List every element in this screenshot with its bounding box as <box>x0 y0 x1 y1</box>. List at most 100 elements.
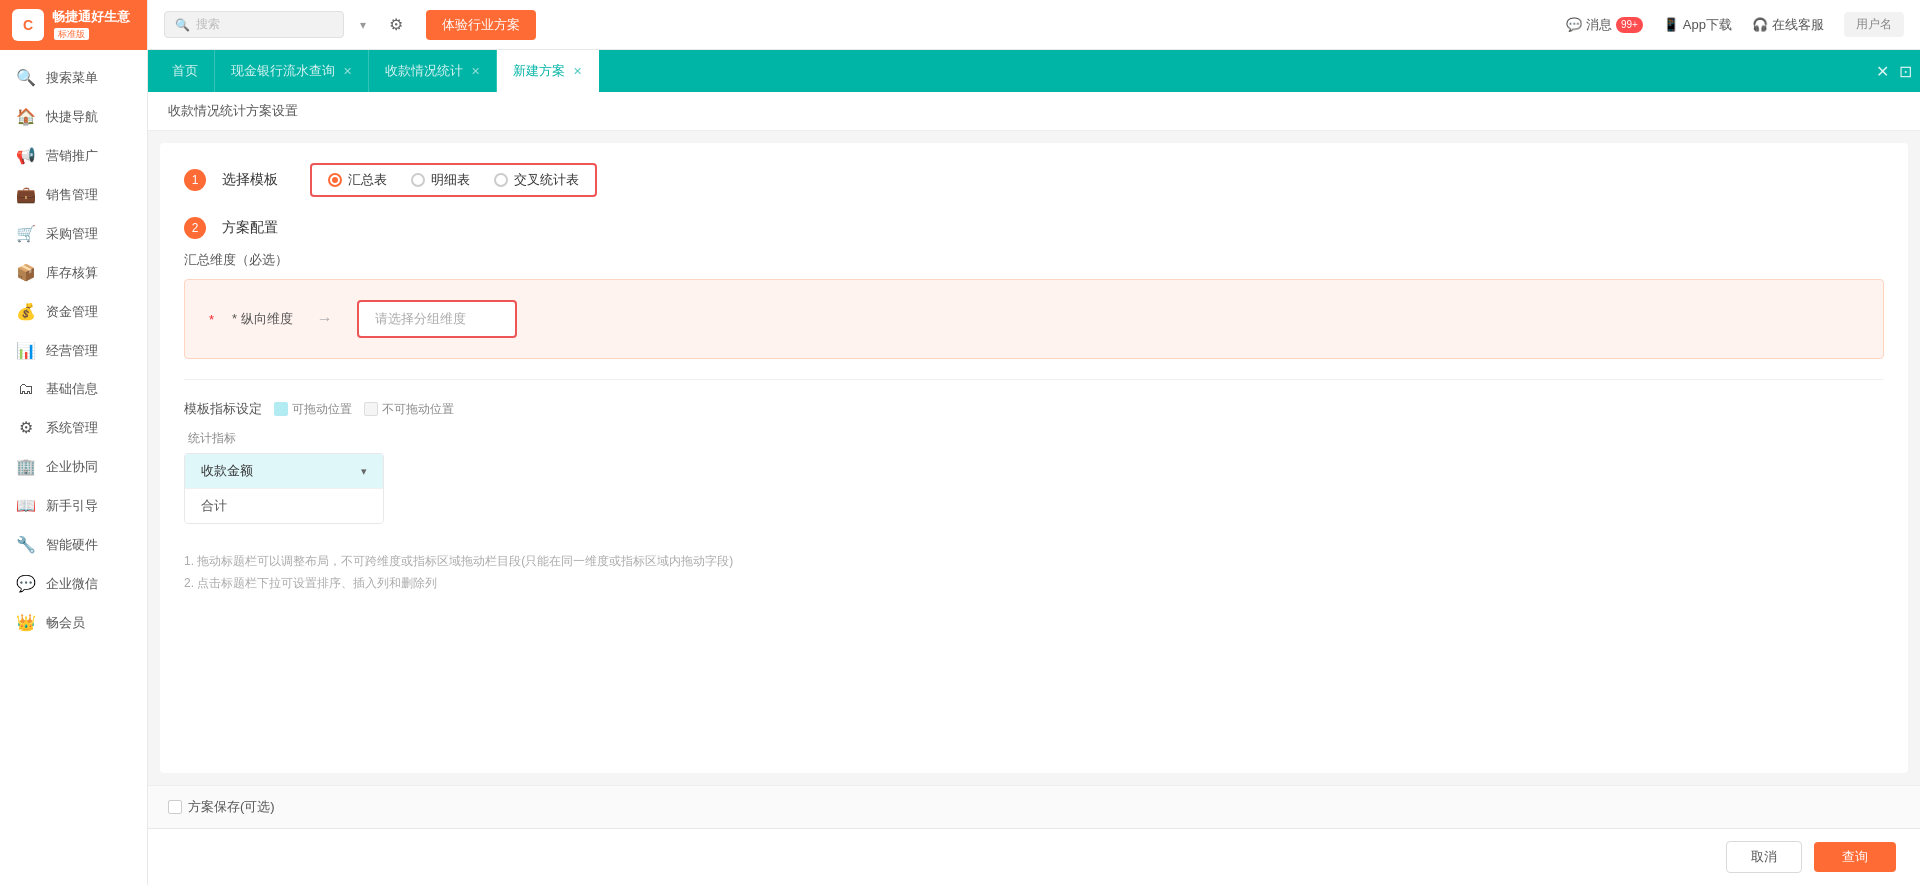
sidebar-item-label: 资金管理 <box>46 303 98 321</box>
query-button[interactable]: 查询 <box>1814 842 1896 872</box>
radio-summary[interactable]: 汇总表 <box>328 171 387 189</box>
metrics-table-row-total: 合计 <box>185 488 383 523</box>
tips-section: 1. 拖动标题栏可以调整布局，不可跨维度或指标区域拖动栏目段(只能在同一维度或指… <box>184 551 1884 594</box>
tab-bank-flow[interactable]: 现金银行流水查询 ✕ <box>215 50 369 92</box>
sidebar-logo: C 畅捷通好生意 标准版 <box>0 0 147 50</box>
tab-new-plan[interactable]: 新建方案 ✕ <box>497 50 599 92</box>
sidebar-item-finance[interactable]: 💰 资金管理 <box>0 292 147 331</box>
radio-label-detail: 明细表 <box>431 171 470 189</box>
gear-icon: ⚙ <box>16 418 36 437</box>
online-service-button[interactable]: 🎧 在线客服 <box>1752 16 1824 34</box>
metrics-header: 模板指标设定 可拖动位置 不可拖动位置 <box>184 400 1884 418</box>
close-window-icon[interactable]: ✕ <box>1876 62 1889 81</box>
sidebar-item-label: 智能硬件 <box>46 536 98 554</box>
sidebar-item-marketing[interactable]: 📢 营销推广 <box>0 136 147 175</box>
download-label: App下载 <box>1683 16 1732 34</box>
metrics-legend-non-draggable: 不可拖动位置 <box>364 401 454 418</box>
notification-label: 消息 <box>1586 16 1612 34</box>
required-mark: * <box>209 312 214 327</box>
settings-button[interactable]: ⚙ <box>382 11 410 39</box>
save-checkbox-row[interactable]: 方案保存(可选) <box>168 798 275 816</box>
folder-icon: 🗂 <box>16 380 36 398</box>
tab-home[interactable]: 首页 <box>156 50 215 92</box>
main-area: 🔍 搜索 ▾ ⚙ 体验行业方案 💬 消息 99+ 📱 App下载 🎧 在线客服 … <box>148 0 1920 885</box>
tool-icon: 🔧 <box>16 535 36 554</box>
home-icon: 🏠 <box>16 107 36 126</box>
footer-bar: 取消 查询 <box>148 828 1920 885</box>
save-checkbox[interactable] <box>168 800 182 814</box>
megaphone-icon: 📢 <box>16 146 36 165</box>
metrics-label-area: 统计指标 <box>184 430 1884 453</box>
briefcase-icon: 💼 <box>16 185 36 204</box>
topbar-right: 💬 消息 99+ 📱 App下载 🎧 在线客服 用户名 <box>1566 12 1904 37</box>
non-draggable-legend-box <box>364 402 378 416</box>
tab-close-icon[interactable]: ✕ <box>573 65 582 78</box>
dropdown-arrow-icon[interactable]: ▾ <box>360 18 366 32</box>
tab-close-icon[interactable]: ✕ <box>343 65 352 78</box>
divider <box>184 379 1884 380</box>
sidebar-item-guide[interactable]: 📖 新手引导 <box>0 486 147 525</box>
step1-row: 1 选择模板 汇总表 明细表 交叉统计表 <box>184 163 1884 197</box>
notification-badge: 99+ <box>1616 17 1643 33</box>
template-radio-group: 汇总表 明细表 交叉统计表 <box>310 163 597 197</box>
vertical-dimension-label: * 纵向维度 <box>232 310 293 328</box>
stats-label: 统计指标 <box>184 430 236 447</box>
radio-circle-crosstab <box>494 173 508 187</box>
radio-label-crosstab: 交叉统计表 <box>514 171 579 189</box>
cancel-button[interactable]: 取消 <box>1726 841 1802 873</box>
search-box[interactable]: 🔍 搜索 <box>164 11 344 38</box>
metrics-section: 模板指标设定 可拖动位置 不可拖动位置 统计指标 收款金额 <box>184 400 1884 527</box>
sidebar-item-basic-info[interactable]: 🗂 基础信息 <box>0 370 147 408</box>
notification-button[interactable]: 💬 消息 99+ <box>1566 16 1643 34</box>
sidebar-item-nav[interactable]: 🏠 快捷导航 <box>0 97 147 136</box>
metrics-title: 模板指标设定 <box>184 400 262 418</box>
step2-badge: 2 <box>184 217 206 239</box>
metrics-table: 收款金额 ▾ 合计 <box>184 453 384 524</box>
dimension-title: 汇总维度（必选） <box>184 251 1884 269</box>
tab-actions: ✕ ⊡ <box>1876 62 1912 81</box>
sidebar-item-system[interactable]: ⚙ 系统管理 <box>0 408 147 447</box>
tab-payment-stats[interactable]: 收款情况统计 ✕ <box>369 50 497 92</box>
sidebar-item-member[interactable]: 👑 畅会员 <box>0 603 147 642</box>
maximize-icon[interactable]: ⊡ <box>1899 62 1912 81</box>
tab-close-icon[interactable]: ✕ <box>471 65 480 78</box>
sidebar-item-label: 销售管理 <box>46 186 98 204</box>
sidebar-item-search[interactable]: 🔍 搜索菜单 <box>0 58 147 97</box>
sidebar-item-inventory[interactable]: 📦 库存核算 <box>0 253 147 292</box>
sidebar-item-label: 企业协同 <box>46 458 98 476</box>
tips-line1: 1. 拖动标题栏可以调整布局，不可跨维度或指标区域拖动栏目段(只能在同一维度或指… <box>184 551 1884 573</box>
sidebar-item-label: 快捷导航 <box>46 108 98 126</box>
app-download-button[interactable]: 📱 App下载 <box>1663 16 1732 34</box>
service-label: 在线客服 <box>1772 16 1824 34</box>
dimension-section: 汇总维度（必选） * * 纵向维度 → 请选择分组维度 <box>184 251 1884 359</box>
industry-solution-button[interactable]: 体验行业方案 <box>426 10 536 40</box>
logo-text: 畅捷通好生意 <box>52 9 130 25</box>
sidebar-item-management[interactable]: 📊 经营管理 <box>0 331 147 370</box>
cart-icon: 🛒 <box>16 224 36 243</box>
notification-icon: 💬 <box>1566 17 1582 32</box>
page-title: 收款情况统计方案设置 <box>168 103 298 118</box>
sidebar-item-enterprise[interactable]: 🏢 企业协同 <box>0 447 147 486</box>
dimension-select[interactable]: 请选择分组维度 <box>357 300 517 338</box>
box-icon: 📦 <box>16 263 36 282</box>
chart-icon: 📊 <box>16 341 36 360</box>
sidebar-item-sales[interactable]: 💼 销售管理 <box>0 175 147 214</box>
money-icon: 💰 <box>16 302 36 321</box>
radio-detail[interactable]: 明细表 <box>411 171 470 189</box>
dimension-area: * * 纵向维度 → 请选择分组维度 <box>184 279 1884 359</box>
sidebar-item-label: 基础信息 <box>46 380 98 398</box>
sidebar-item-label: 系统管理 <box>46 419 98 437</box>
chevron-down-icon: ▾ <box>361 465 367 478</box>
sidebar-item-wechat[interactable]: 💬 企业微信 <box>0 564 147 603</box>
sidebar: C 畅捷通好生意 标准版 🔍 搜索菜单 🏠 快捷导航 📢 营销推广 💼 销售管理… <box>0 0 148 885</box>
radio-crosstab[interactable]: 交叉统计表 <box>494 171 579 189</box>
download-icon: 📱 <box>1663 17 1679 32</box>
sidebar-item-purchase[interactable]: 🛒 采购管理 <box>0 214 147 253</box>
sidebar-item-label: 营销推广 <box>46 147 98 165</box>
sidebar-item-hardware[interactable]: 🔧 智能硬件 <box>0 525 147 564</box>
book-icon: 📖 <box>16 496 36 515</box>
sidebar-item-label: 搜索菜单 <box>46 69 98 87</box>
bottom-section: 方案保存(可选) <box>148 785 1920 828</box>
arrow-icon: → <box>317 310 333 328</box>
metrics-table-header[interactable]: 收款金额 ▾ <box>185 454 383 488</box>
